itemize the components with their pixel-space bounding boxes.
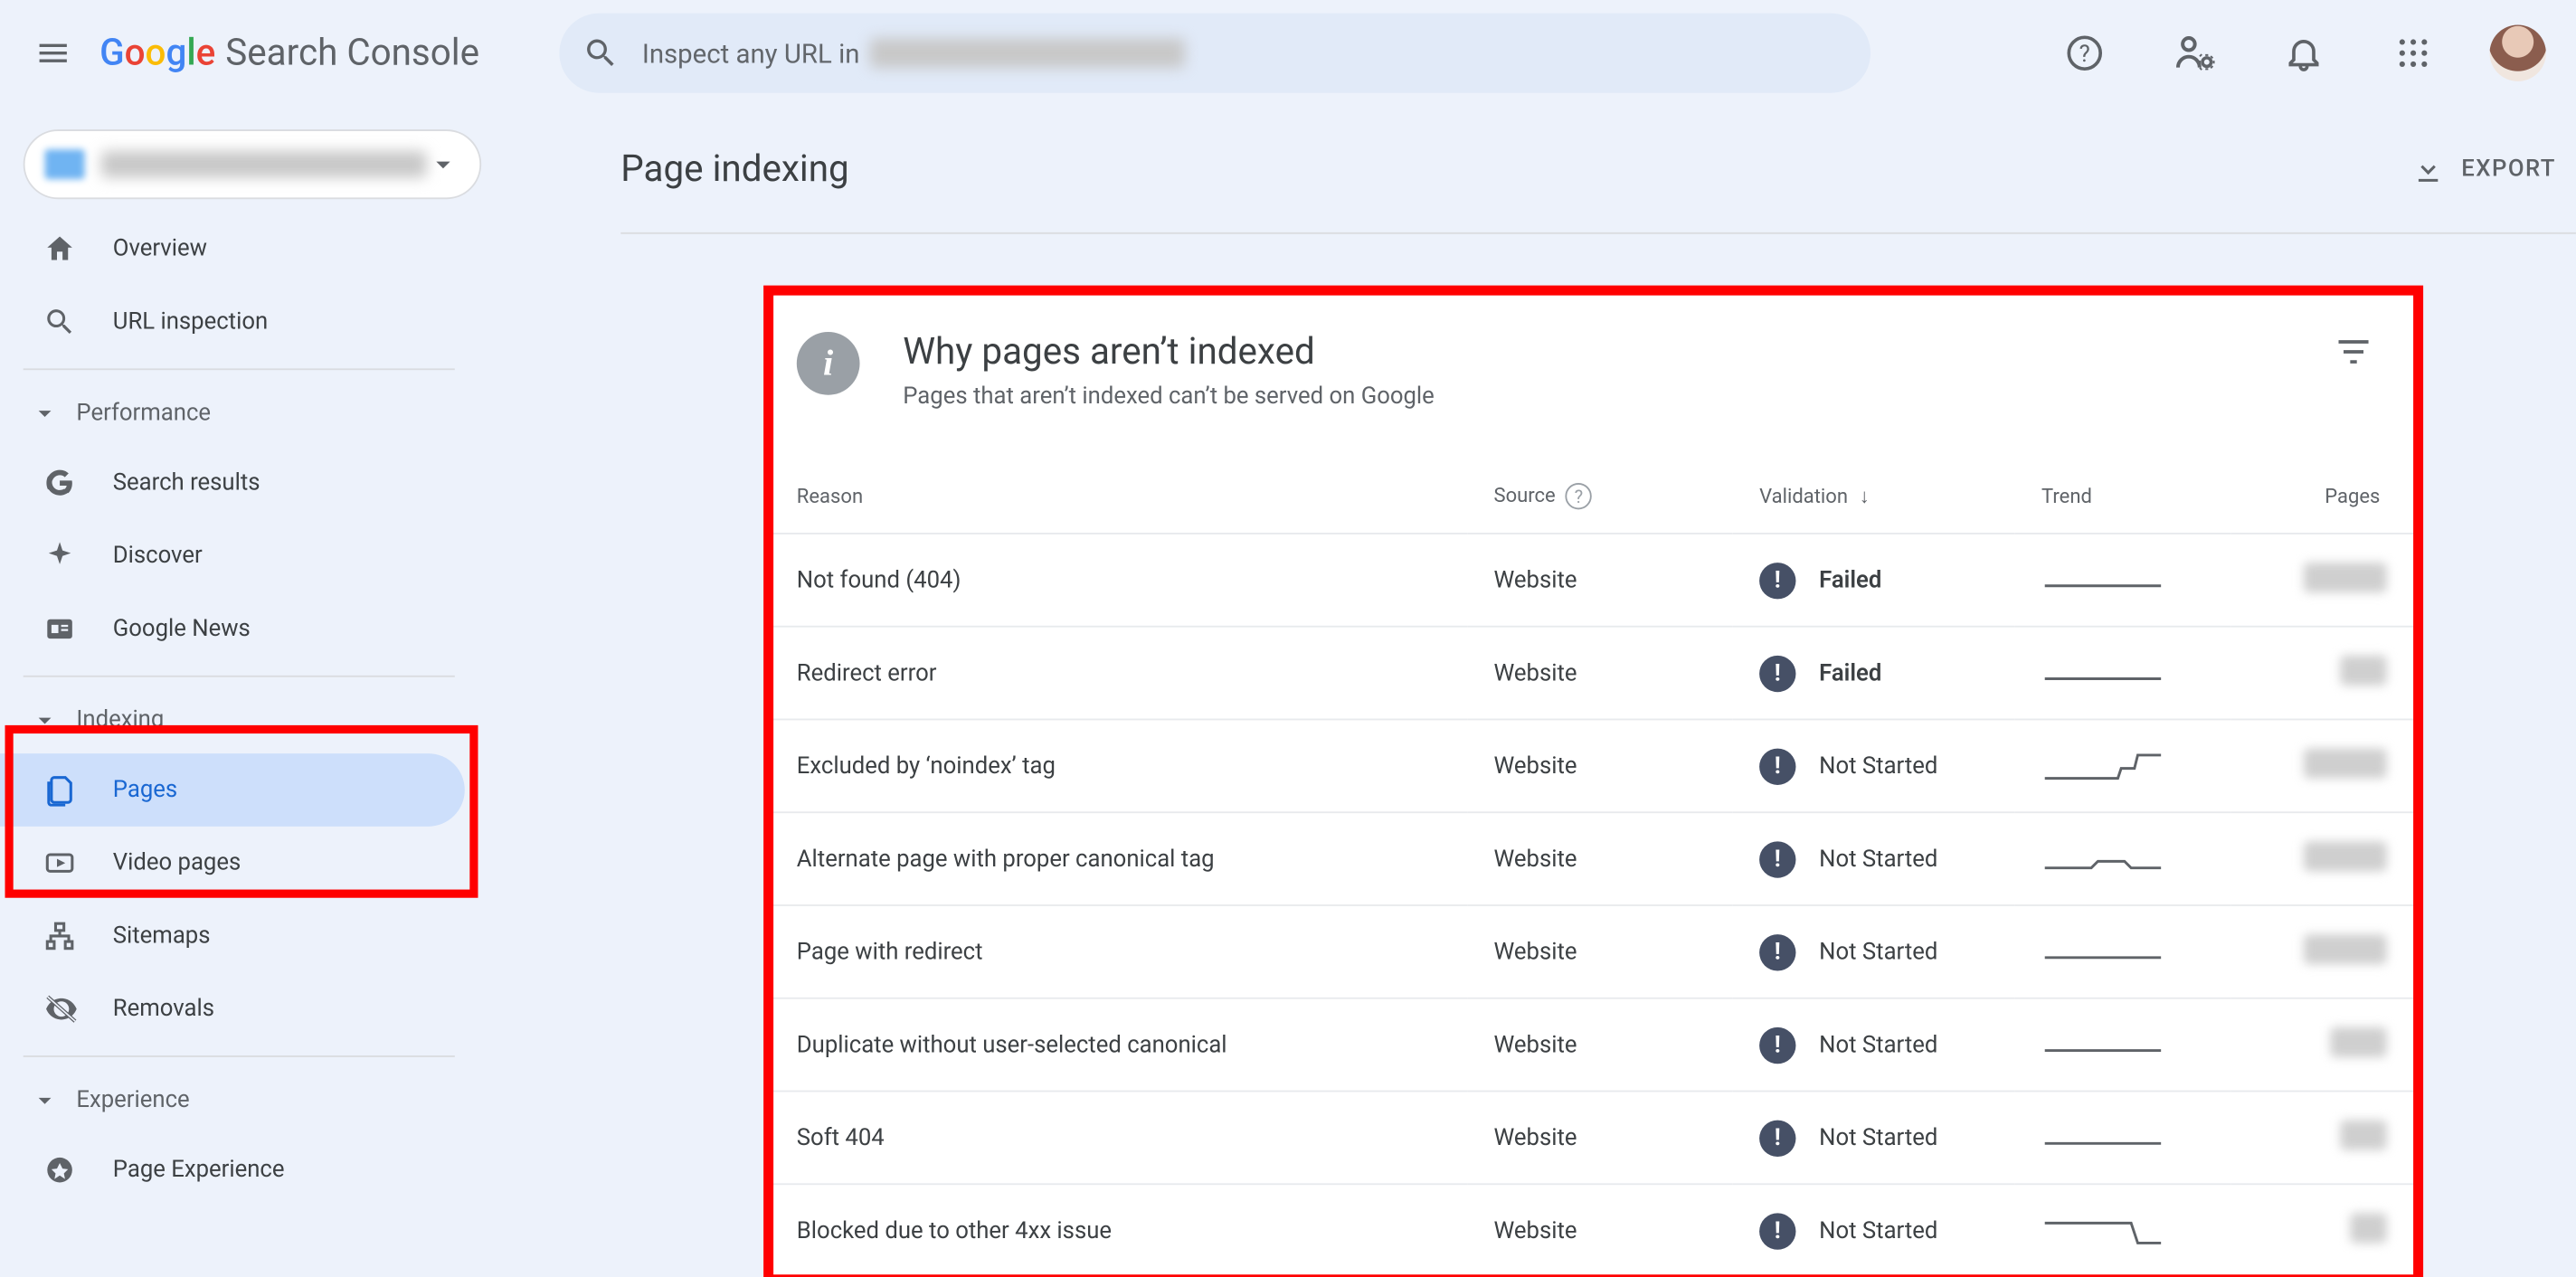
search-icon [43, 306, 87, 339]
logo-text: Search Console [225, 33, 479, 74]
sidebar-item-page-experience[interactable]: Page Experience [0, 1133, 465, 1206]
url-inspect-search[interactable]: Inspect any URL in [559, 14, 1870, 93]
search-icon [582, 35, 619, 71]
export-button[interactable]: EXPORT [2411, 153, 2556, 186]
notifications-button[interactable] [2270, 20, 2336, 86]
sidebar-item-google-news[interactable]: Google News [0, 592, 465, 666]
sidebar-group-label: Experience [76, 1087, 189, 1113]
page-title: Page indexing [620, 148, 848, 190]
sidebar-item-label: Removals [113, 996, 214, 1022]
news-icon [43, 612, 87, 646]
search-domain-redacted [869, 38, 1185, 68]
sidebar-item-label: URL inspection [113, 308, 268, 335]
logo[interactable]: Google Search Console [99, 33, 479, 74]
sidebar-item-label: Overview [113, 236, 207, 262]
chevron-down-icon [427, 147, 460, 181]
property-name-redacted [101, 151, 427, 177]
highlight-annotation [5, 725, 478, 898]
sidebar-item-sitemaps[interactable]: Sitemaps [0, 900, 465, 973]
removals-icon [43, 990, 87, 1026]
property-selector[interactable] [24, 129, 481, 199]
account-avatar[interactable] [2490, 25, 2546, 81]
property-favicon [45, 149, 85, 179]
account-settings-button[interactable] [2161, 20, 2227, 86]
menu-button[interactable] [14, 14, 93, 93]
sidebar: Overview URL inspection Performance Sear… [0, 106, 498, 1206]
divider [24, 676, 455, 677]
sidebar-item-label: Search results [113, 469, 260, 496]
discover-icon [43, 539, 87, 572]
search-placeholder: Inspect any URL in [642, 37, 860, 69]
sidebar-item-label: Sitemaps [113, 922, 211, 949]
sidebar-item-label: Discover [113, 543, 203, 569]
google-g-icon [43, 467, 87, 500]
sidebar-item-label: Google News [113, 616, 251, 642]
divider [24, 368, 455, 370]
sidebar-item-overview[interactable]: Overview [0, 213, 465, 286]
sidebar-group-label: Performance [76, 400, 211, 426]
svg-text:?: ? [2079, 41, 2090, 68]
sidebar-group-experience[interactable]: Experience [0, 1067, 498, 1133]
sidebar-item-discover[interactable]: Discover [0, 519, 465, 592]
page-experience-icon [43, 1153, 87, 1187]
divider [24, 1055, 455, 1057]
export-label: EXPORT [2461, 156, 2556, 182]
sidebar-item-search-results[interactable]: Search results [0, 447, 465, 520]
chevron-down-icon [30, 398, 60, 428]
divider [620, 232, 2576, 234]
highlight-annotation [763, 286, 2423, 1277]
home-icon [43, 232, 87, 266]
download-icon [2411, 153, 2445, 186]
sidebar-item-label: Page Experience [113, 1157, 285, 1183]
sitemap-icon [43, 920, 87, 953]
help-button[interactable]: ? [2051, 20, 2117, 86]
sidebar-item-url-inspection[interactable]: URL inspection [0, 286, 465, 359]
apps-button[interactable] [2380, 20, 2446, 86]
chevron-down-icon [30, 1085, 60, 1115]
sidebar-item-removals[interactable]: Removals [0, 972, 465, 1045]
sidebar-group-performance[interactable]: Performance [0, 380, 498, 446]
